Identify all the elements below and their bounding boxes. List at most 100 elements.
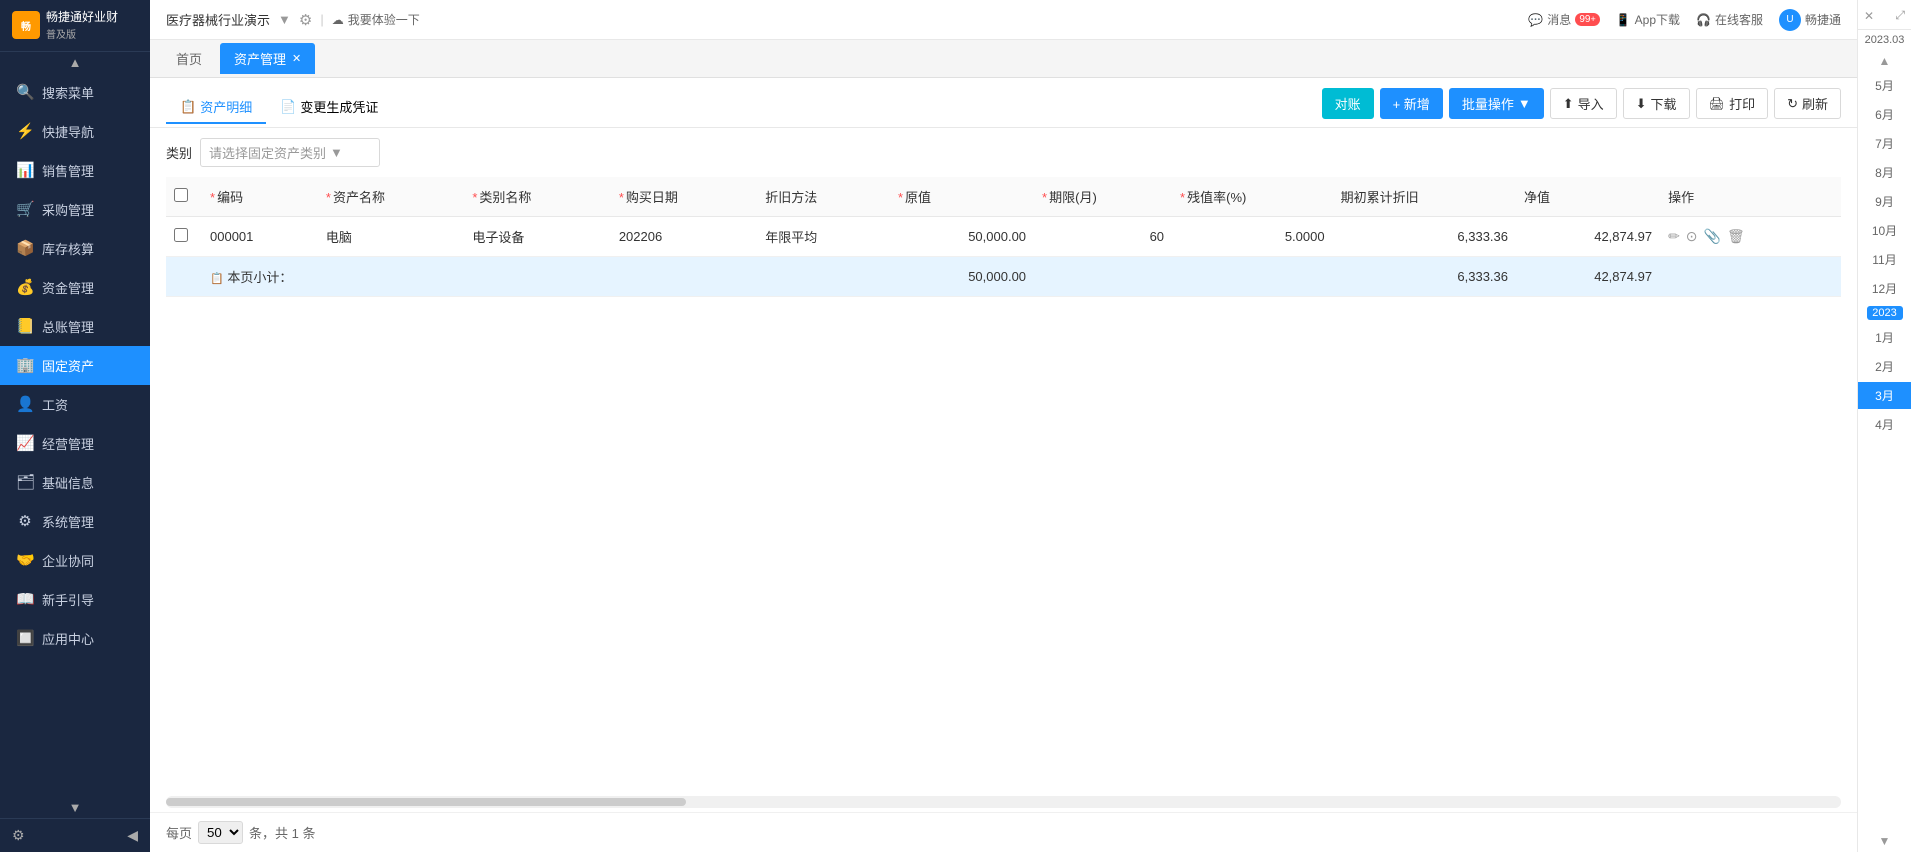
sidebar-item-purchase[interactable]: 🛒 采购管理	[0, 190, 150, 229]
copy-icon[interactable]: ⊙	[1686, 228, 1698, 245]
filter-category-select[interactable]: 请选择固定资产类别 ▼	[200, 138, 380, 167]
sidebar-item-label: 系统管理	[42, 512, 94, 531]
sidebar-scroll-up[interactable]: ▲	[0, 52, 150, 73]
table-header-row: *编码 *资产名称 *类别名称 *购买日期 折旧方法 *原值 *期限(月) *残…	[166, 177, 1841, 217]
per-page-select[interactable]: 50	[198, 821, 243, 844]
download-icon: ⬇	[1636, 96, 1647, 112]
col-code: *编码	[202, 177, 318, 217]
experience-label: 我要体验一下	[348, 11, 420, 28]
month-1[interactable]: 1月	[1858, 324, 1911, 351]
system-icon: ⚙	[16, 512, 34, 530]
batch-label: 批量操作	[1462, 94, 1514, 113]
message-btn[interactable]: 💬 消息 99+	[1528, 11, 1599, 28]
import-button[interactable]: ⬆ 导入	[1550, 88, 1617, 119]
month-2[interactable]: 2月	[1858, 353, 1911, 380]
reconcile-button[interactable]: 对账	[1322, 88, 1374, 119]
batch-operation-button[interactable]: 批量操作 ▼	[1449, 88, 1544, 119]
company-dropdown-icon[interactable]: ▼	[278, 12, 291, 27]
sidebar-item-apps[interactable]: 🔲 应用中心	[0, 619, 150, 658]
action-icons: ✏ ⊙ 📎 🗑	[1668, 228, 1833, 245]
sidebar-item-funds[interactable]: 💰 资金管理	[0, 268, 150, 307]
new-button[interactable]: + 新增	[1380, 88, 1443, 119]
subtotal-accumulated-depreciation: 6,333.36	[1333, 257, 1516, 297]
refresh-button[interactable]: ↻ 刷新	[1774, 88, 1841, 119]
month-10[interactable]: 10月	[1858, 217, 1911, 244]
row-depreciation-method: 年限平均	[757, 217, 890, 257]
tabbar: 首页 资产管理 ✕	[150, 40, 1857, 78]
month-6[interactable]: 6月	[1858, 101, 1911, 128]
sidebar-item-guide[interactable]: 📖 新手引导	[0, 580, 150, 619]
col-purchase-date: *购买日期	[611, 177, 757, 217]
settings-icon[interactable]: ⚙	[12, 827, 25, 844]
sidebar-item-inventory[interactable]: 📦 库存核算	[0, 229, 150, 268]
month-nav-down[interactable]: ▼	[1879, 830, 1891, 852]
payroll-icon: 👤	[16, 395, 34, 413]
tab-home[interactable]: 首页	[162, 43, 216, 74]
right-panel: ✕ ⤢ 2023.03 ▲ 5月 6月 7月 8月 9月 10月 11月 12月…	[1857, 0, 1911, 852]
row-accumulated-depreciation: 6,333.36	[1333, 217, 1516, 257]
month-4[interactable]: 4月	[1858, 411, 1911, 438]
topbar: 医疗器械行业演示 ▼ ⚙ | ☁ 我要体验一下 💬 消息 99+ 📱 App下载…	[150, 0, 1857, 40]
col-depreciation-method: 折旧方法	[757, 177, 890, 217]
sidebar-item-fixed[interactable]: 🏢 固定资产	[0, 346, 150, 385]
message-label: 消息	[1547, 11, 1571, 28]
sidebar-item-search[interactable]: 🔍 搜索菜单	[0, 73, 150, 112]
sidebar-scroll-down[interactable]: ▼	[0, 797, 150, 818]
filter-left: 类别 请选择固定资产类别 ▼	[166, 138, 380, 167]
sidebar-item-sales[interactable]: 📊 销售管理	[0, 151, 150, 190]
row-checkbox[interactable]	[174, 228, 188, 242]
experience-link[interactable]: ☁ 我要体验一下	[332, 11, 420, 28]
month-8[interactable]: 8月	[1858, 159, 1911, 186]
separator: |	[320, 12, 323, 27]
subtotal-actions	[1660, 257, 1841, 297]
online-service-btn[interactable]: 🎧 在线客服	[1696, 11, 1763, 28]
right-panel-expand-icon[interactable]: ⤢	[1895, 8, 1905, 23]
sidebar-item-payroll[interactable]: 👤 工资	[0, 385, 150, 424]
subtab-asset-detail[interactable]: 📋 资产明细	[166, 91, 266, 124]
sidebar-item-label: 总账管理	[42, 317, 94, 336]
sidebar-item-label: 工资	[42, 395, 68, 414]
sidebar-item-label: 搜索菜单	[42, 83, 94, 102]
sidebar-item-enterprise[interactable]: 🤝 企业协同	[0, 541, 150, 580]
horizontal-scrollbar[interactable]	[166, 796, 1841, 808]
month-9[interactable]: 9月	[1858, 188, 1911, 215]
sidebar-bottom: ⚙ ◀	[0, 818, 150, 852]
sidebar-item-label: 采购管理	[42, 200, 94, 219]
tab-close-icon[interactable]: ✕	[292, 52, 301, 65]
col-period: *期限(月)	[1034, 177, 1172, 217]
download-button[interactable]: ⬇ 下载	[1623, 88, 1690, 119]
attachment-icon[interactable]: 📎	[1704, 228, 1721, 245]
user-menu[interactable]: U 畅捷通	[1779, 9, 1841, 31]
delete-icon[interactable]: 🗑	[1727, 228, 1745, 245]
row-name: 电脑	[318, 217, 464, 257]
month-7[interactable]: 7月	[1858, 130, 1911, 157]
month-11[interactable]: 11月	[1858, 246, 1911, 273]
tab-asset-mgmt-label: 资产管理	[234, 49, 286, 68]
sidebar-item-system[interactable]: ⚙ 系统管理	[0, 502, 150, 541]
sidebar-item-operations[interactable]: 📈 经营管理	[0, 424, 150, 463]
select-all-checkbox[interactable]	[174, 188, 188, 202]
scrollbar-thumb[interactable]	[166, 798, 686, 806]
month-3-current[interactable]: 3月	[1858, 382, 1911, 409]
app-download-btn[interactable]: 📱 App下载	[1616, 11, 1680, 28]
collapse-icon[interactable]: ◀	[127, 827, 138, 844]
month-nav-up[interactable]: ▲	[1879, 50, 1891, 72]
subtab-change-voucher[interactable]: 📄 变更生成凭证	[266, 91, 392, 124]
topbar-settings-icon[interactable]: ⚙	[299, 11, 312, 29]
content-area: 📋 资产明细 📄 变更生成凭证 对账 + 新增 批量操作 ▼ ⬆ 导入	[150, 78, 1857, 852]
sidebar-item-label: 基础信息	[42, 473, 94, 492]
message-icon: 💬	[1528, 13, 1543, 27]
sidebar-item-label: 固定资产	[42, 356, 94, 375]
edit-icon[interactable]: ✏	[1668, 228, 1680, 245]
right-panel-header: ✕ ⤢	[1858, 8, 1911, 30]
tab-home-label: 首页	[176, 49, 202, 68]
print-button[interactable]: 🖨 打印	[1696, 88, 1769, 119]
month-12[interactable]: 12月	[1858, 275, 1911, 302]
right-panel-close-icon[interactable]: ✕	[1864, 9, 1874, 23]
sidebar-item-quicknav[interactable]: ⚡ 快捷导航	[0, 112, 150, 151]
months-list: 5月 6月 7月 8月 9月 10月 11月 12月 2023 1月 2月 3月…	[1858, 72, 1911, 438]
tab-asset-mgmt[interactable]: 资产管理 ✕	[220, 43, 315, 74]
sidebar-item-ledger[interactable]: 📒 总账管理	[0, 307, 150, 346]
month-5[interactable]: 5月	[1858, 72, 1911, 99]
sidebar-item-basics[interactable]: 🗂 基础信息	[0, 463, 150, 502]
